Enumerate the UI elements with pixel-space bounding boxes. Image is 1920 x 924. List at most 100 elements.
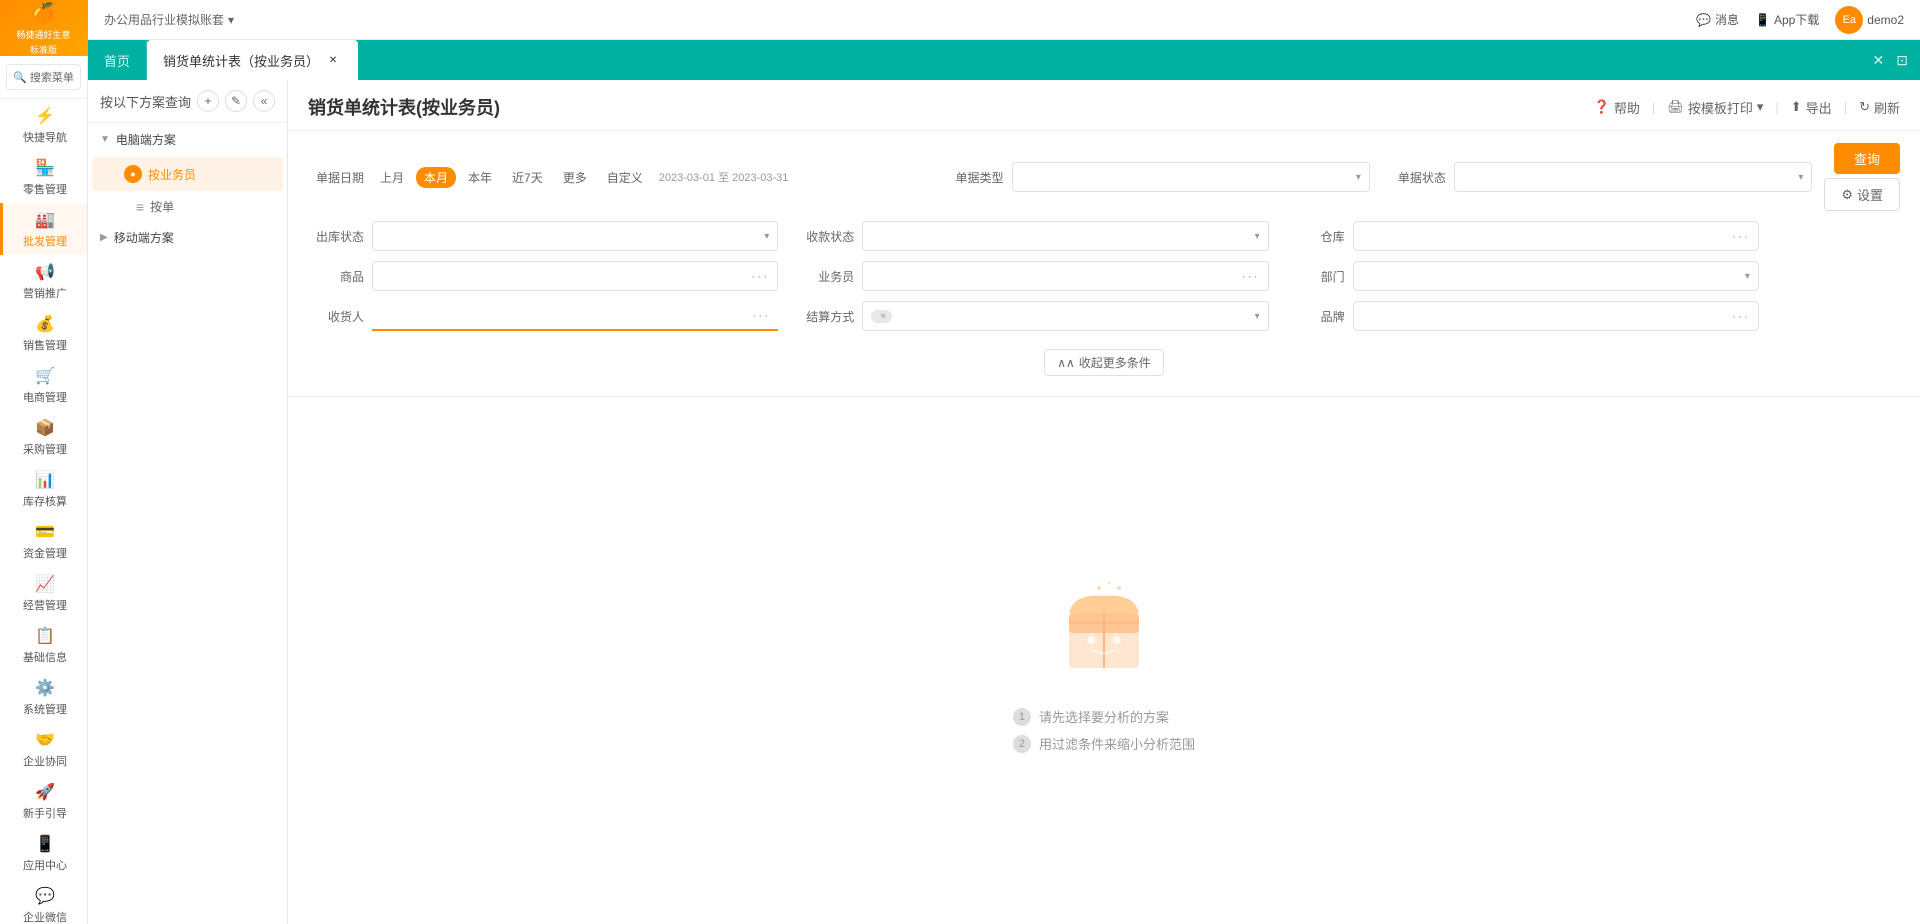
date-field: 单据日期 上月 本月 本年 近7天 更多 自定义 2023-03-01 至 20…: [308, 167, 928, 188]
out-status-dropdown-icon: ▾: [764, 231, 769, 242]
tip-1-number: 1: [1013, 708, 1031, 726]
date-filter: 上月 本月 本年 近7天 更多 自定义 2023-03-01 至 2023-03…: [372, 167, 928, 188]
goods-label: 商品: [308, 268, 372, 285]
mobile-schema-header[interactable]: ▶ 移动端方案: [88, 221, 287, 254]
last7-tab[interactable]: 近7天: [504, 167, 551, 188]
sidebar-item-app-center[interactable]: 📱 应用中心: [0, 827, 87, 879]
query-row-4: 收货人 ··· 结算方式 × ▾: [308, 301, 1900, 331]
staff-label: 业务员: [798, 268, 862, 285]
sidebar-nav: ⚡ 快捷导航 🏪 零售管理 🏭 批发管理 📢 营销推广 💰 销售管理 🛒 电商管…: [0, 99, 87, 924]
app-center-icon: 📱: [35, 834, 55, 854]
settlement-input[interactable]: × ▾: [862, 301, 1268, 331]
collapse-panel-button[interactable]: «: [253, 90, 275, 112]
empty-tip-2: 2 用过滤条件来缩小分析范围: [1013, 734, 1195, 753]
edit-schema-button[interactable]: ✎: [225, 90, 247, 112]
sidebar: 🍊 畅捷通好生意 标准版 🔍 搜索菜单 ⚡ 快捷导航 🏪 零售管理 🏭 批发管理…: [0, 0, 88, 924]
print-icon: 🖨: [1667, 99, 1684, 115]
help-button[interactable]: ❓ 帮助: [1594, 98, 1640, 117]
basic-icon: 📋: [35, 626, 55, 646]
sub-icon: ≡: [136, 199, 144, 215]
sidebar-item-inventory[interactable]: 📊 库存核算: [0, 463, 87, 515]
prev-month-tab[interactable]: 上月: [372, 167, 412, 188]
dept-dropdown-icon: ▾: [1745, 271, 1750, 282]
messages-button[interactable]: 💬 消息: [1696, 11, 1739, 28]
brand-input[interactable]: ···: [1353, 301, 1759, 331]
receipt-status-input[interactable]: ▾: [862, 221, 1268, 251]
receiver-input[interactable]: ···: [372, 301, 778, 331]
print-dropdown-icon: ▾: [1757, 99, 1764, 115]
logo-text: 畅捷通好生意: [16, 28, 70, 41]
settings-icon: ⚙: [1841, 187, 1853, 203]
goods-input[interactable]: ···: [372, 261, 778, 291]
goods-field: 商品 ···: [308, 261, 778, 291]
sidebar-item-operation[interactable]: 📈 经营管理: [0, 567, 87, 619]
left-panel: 按以下方案查询 + ✎ « ▼ 电脑端方案 ● 按业务员 ≡ 按单: [88, 80, 288, 924]
account-selector[interactable]: 办公用品行业模拟账套 ▾: [104, 11, 234, 28]
receipt-status-label: 收款状态: [798, 228, 862, 245]
maximize-button[interactable]: ⊡: [1892, 48, 1912, 73]
mobile-expand-arrow-icon: ▶: [100, 232, 108, 243]
sidebar-item-newbie[interactable]: 🚀 新手引导: [0, 775, 87, 827]
search-menu-button[interactable]: 🔍 搜索菜单: [6, 64, 81, 90]
main-panel: 销货单统计表(按业务员) ❓ 帮助 | 🖨 按模板打印 ▾ | ⬆: [288, 80, 1920, 924]
doc-status-input[interactable]: ▾: [1454, 162, 1812, 192]
sidebar-item-wechat[interactable]: 💬 企业微信: [0, 879, 87, 924]
sidebar-item-corp[interactable]: 🤝 企业协同: [0, 723, 87, 775]
sidebar-item-ecommerce[interactable]: 🛒 电商管理: [0, 359, 87, 411]
staff-input[interactable]: ···: [862, 261, 1268, 291]
warehouse-input[interactable]: ···: [1353, 221, 1759, 251]
doc-type-field: 单据类型 ▾: [948, 162, 1370, 192]
sidebar-item-system[interactable]: ⚙️ 系统管理: [0, 671, 87, 723]
sidebar-item-sales[interactable]: 💰 销售管理: [0, 307, 87, 359]
settlement-clear-button[interactable]: ×: [880, 311, 886, 322]
sidebar-item-marketing[interactable]: 📢 营销推广: [0, 255, 87, 307]
sidebar-item-shortcut[interactable]: ⚡ 快捷导航: [0, 99, 87, 151]
brand-dots-icon: ···: [1732, 309, 1750, 323]
sidebar-item-retail[interactable]: 🏪 零售管理: [0, 151, 87, 203]
empty-state: 1 请先选择要分析的方案 2 用过滤条件来缩小分析范围: [288, 397, 1920, 924]
sidebar-item-finance[interactable]: 💳 资金管理: [0, 515, 87, 567]
custom-tab[interactable]: 自定义: [599, 167, 651, 188]
main-area: 办公用品行业模拟账套 ▾ 💬 消息 📱 App下载 Ea demo2 首页: [88, 0, 1920, 924]
sub-item-by-order[interactable]: ≡ 按单: [88, 192, 287, 221]
date-tabs: 上月 本月 本年 近7天 更多 自定义: [372, 167, 651, 188]
collapse-conditions-button[interactable]: ∧∧ 收起更多条件: [1044, 349, 1164, 376]
user-profile[interactable]: Ea demo2: [1835, 6, 1904, 34]
dept-input[interactable]: ▾: [1353, 261, 1759, 291]
tab-close-button[interactable]: ✕: [325, 52, 341, 68]
sidebar-item-purchase[interactable]: 📦 采购管理: [0, 411, 87, 463]
sidebar-item-basic[interactable]: 📋 基础信息: [0, 619, 87, 671]
current-year-tab[interactable]: 本年: [460, 167, 500, 188]
tab-sales-stats[interactable]: 销货单统计表（按业务员） ✕: [147, 40, 358, 80]
receiver-field: 收货人 ···: [308, 301, 778, 331]
query-button[interactable]: 查询: [1834, 143, 1900, 174]
collapse-icon: ∧∧: [1057, 356, 1075, 370]
sidebar-item-wholesale[interactable]: 🏭 批发管理: [0, 203, 87, 255]
desktop-schema-header[interactable]: ▼ 电脑端方案: [88, 123, 287, 156]
doc-status-dropdown-icon: ▾: [1798, 172, 1803, 183]
operation-icon: 📈: [35, 574, 55, 594]
desktop-schema-group: ▼ 电脑端方案 ● 按业务员 ≡ 按单: [88, 123, 287, 221]
template-print-button[interactable]: 🖨 按模板打印 ▾: [1667, 98, 1763, 117]
date-label: 单据日期: [308, 169, 372, 186]
doc-type-input[interactable]: ▾: [1012, 162, 1370, 192]
settings-button[interactable]: ⚙ 设置: [1824, 178, 1900, 211]
export-button[interactable]: ⬆ 导出: [1791, 98, 1832, 117]
tab-home[interactable]: 首页: [88, 40, 147, 80]
brand-label: 品牌: [1289, 308, 1353, 325]
current-month-tab[interactable]: 本月: [416, 167, 456, 188]
schema-item-by-staff[interactable]: ● 按业务员: [92, 157, 283, 191]
add-schema-button[interactable]: +: [197, 90, 219, 112]
message-icon: 💬: [1696, 13, 1711, 27]
more-tab[interactable]: 更多: [555, 167, 595, 188]
avatar: Ea: [1835, 6, 1863, 34]
app-download-button[interactable]: 📱 App下载: [1755, 11, 1819, 28]
right-buttons: 查询 ⚙ 设置: [1812, 143, 1900, 211]
close-tab-button[interactable]: ✕: [1869, 48, 1889, 73]
refresh-button[interactable]: ↻ 刷新: [1859, 98, 1900, 117]
warehouse-field: 仓库 ···: [1289, 221, 1759, 251]
out-status-input[interactable]: ▾: [372, 221, 778, 251]
shortcut-icon: ⚡: [35, 106, 55, 126]
out-status-label: 出库状态: [308, 228, 372, 245]
staff-field: 业务员 ···: [798, 261, 1268, 291]
